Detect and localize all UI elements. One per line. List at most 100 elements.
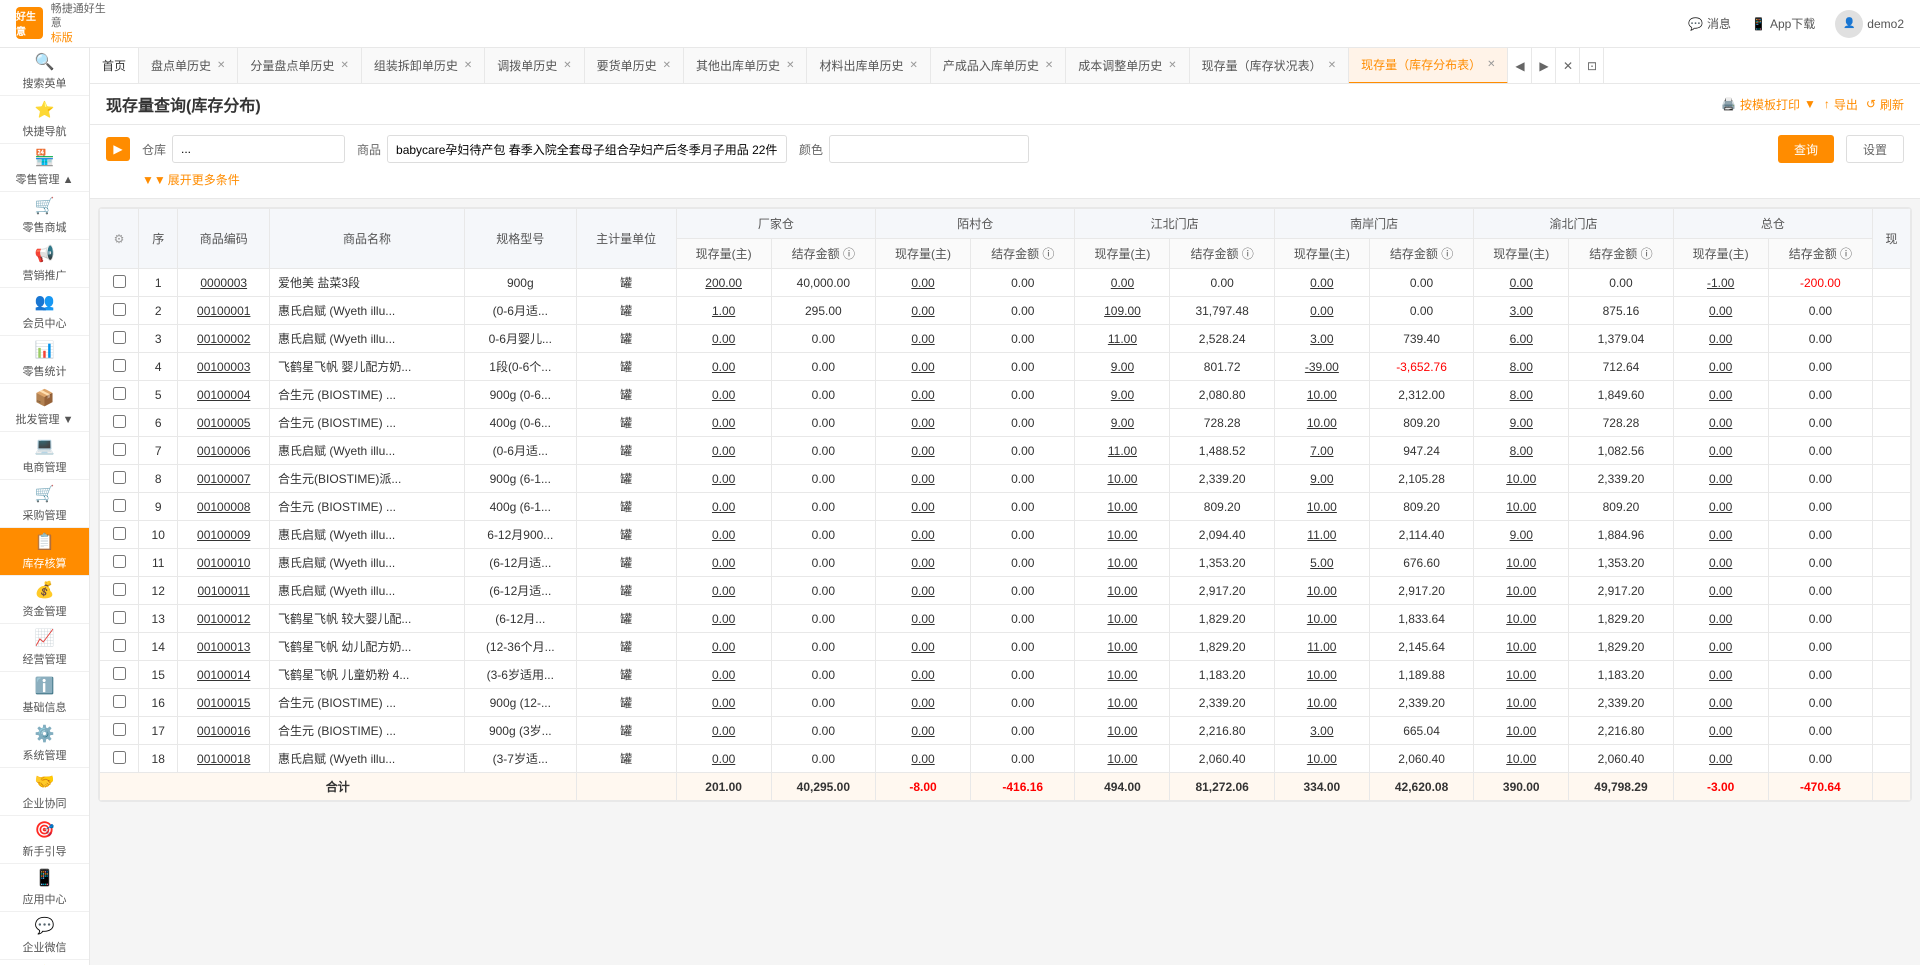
cell-fjc-qty[interactable]: 0.00	[676, 325, 771, 353]
sidebar-item-corp[interactable]: 🤝 企业协同	[0, 768, 89, 816]
cell-na-qty[interactable]: 3.00	[1274, 325, 1369, 353]
cell-code[interactable]: 00100014	[178, 661, 270, 689]
cell-yb-qty[interactable]: 10.00	[1474, 633, 1569, 661]
sidebar-item-basic[interactable]: ℹ️ 基础信息	[0, 672, 89, 720]
gear-icon[interactable]: ⚙	[114, 232, 125, 246]
cell-yb-qty[interactable]: 3.00	[1474, 297, 1569, 325]
cell-check[interactable]	[100, 465, 139, 493]
tab-close-transfer[interactable]: ✕	[563, 60, 571, 71]
tab-stock-status[interactable]: 现存量（库存状况表） ✕	[1190, 48, 1349, 84]
cell-check[interactable]	[100, 269, 139, 297]
tab-transfer[interactable]: 调拨单历史 ✕	[485, 48, 584, 84]
cell-zc-qty[interactable]: 0.00	[1673, 353, 1768, 381]
sidebar-item-retail-shop[interactable]: 🛒 零售商城	[0, 192, 89, 240]
cell-jb-qty[interactable]: 11.00	[1075, 437, 1170, 465]
cell-code[interactable]: 00100003	[178, 353, 270, 381]
tab-stock-dist[interactable]: 现存量（库存分布表） ✕	[1349, 48, 1508, 84]
cell-na-qty[interactable]: -39.00	[1274, 353, 1369, 381]
cell-yb-qty[interactable]: 10.00	[1474, 717, 1569, 745]
cell-yb-qty[interactable]: 10.00	[1474, 493, 1569, 521]
cell-yb-qty[interactable]: 0.00	[1474, 269, 1569, 297]
cell-na-qty[interactable]: 9.00	[1274, 465, 1369, 493]
cell-code[interactable]: 00100009	[178, 521, 270, 549]
cell-na-qty[interactable]: 10.00	[1274, 689, 1369, 717]
col-gear[interactable]: ⚙	[100, 209, 139, 269]
cell-check[interactable]	[100, 633, 139, 661]
cell-mc-qty[interactable]: 0.00	[876, 577, 971, 605]
cell-code[interactable]: 00100001	[178, 297, 270, 325]
cell-zc-qty[interactable]: 0.00	[1673, 717, 1768, 745]
cell-jb-qty[interactable]: 9.00	[1075, 381, 1170, 409]
cell-yb-qty[interactable]: 6.00	[1474, 325, 1569, 353]
cell-na-qty[interactable]: 0.00	[1274, 269, 1369, 297]
tab-close-cost-adjust[interactable]: ✕	[1168, 60, 1176, 71]
tab-home[interactable]: 首页	[90, 48, 139, 84]
color-input[interactable]	[829, 135, 1029, 163]
tab-nav-left[interactable]: ◀	[1508, 48, 1532, 84]
tab-close-other-out[interactable]: ✕	[786, 60, 794, 71]
refresh-btn[interactable]: ↺ 刷新	[1866, 96, 1904, 113]
cell-mc-qty[interactable]: 0.00	[876, 633, 971, 661]
cell-na-qty[interactable]: 10.00	[1274, 745, 1369, 773]
tab-close-stock-status[interactable]: ✕	[1328, 60, 1336, 71]
tab-close-split[interactable]: ✕	[340, 60, 348, 71]
cell-yb-qty[interactable]: 10.00	[1474, 577, 1569, 605]
cell-zc-qty[interactable]: 0.00	[1673, 465, 1768, 493]
cell-fjc-qty[interactable]: 0.00	[676, 381, 771, 409]
cell-fjc-qty[interactable]: 0.00	[676, 689, 771, 717]
message-btn[interactable]: 💬 消息	[1688, 15, 1731, 32]
cell-jb-qty[interactable]: 10.00	[1075, 493, 1170, 521]
tab-close-product-in[interactable]: ✕	[1045, 60, 1053, 71]
cell-fjc-qty[interactable]: 0.00	[676, 577, 771, 605]
cell-code[interactable]: 00100018	[178, 745, 270, 773]
cell-check[interactable]	[100, 717, 139, 745]
cell-yb-qty[interactable]: 8.00	[1474, 381, 1569, 409]
tab-nav-expand[interactable]: ⊡	[1580, 48, 1604, 84]
cell-na-qty[interactable]: 5.00	[1274, 549, 1369, 577]
cell-mc-qty[interactable]: 0.00	[876, 717, 971, 745]
cell-na-qty[interactable]: 3.00	[1274, 717, 1369, 745]
cell-mc-qty[interactable]: 0.00	[876, 549, 971, 577]
tab-nav-close-all[interactable]: ✕	[1556, 48, 1580, 84]
cell-jb-qty[interactable]: 9.00	[1075, 353, 1170, 381]
cell-mc-qty[interactable]: 0.00	[876, 437, 971, 465]
cell-fjc-qty[interactable]: 0.00	[676, 633, 771, 661]
export-btn[interactable]: ↑ 导出	[1824, 96, 1858, 113]
tab-close-material-out[interactable]: ✕	[909, 60, 917, 71]
cell-yb-qty[interactable]: 9.00	[1474, 409, 1569, 437]
cell-check[interactable]	[100, 297, 139, 325]
cell-jb-qty[interactable]: 10.00	[1075, 521, 1170, 549]
cell-zc-qty[interactable]: 0.00	[1673, 521, 1768, 549]
goods-input[interactable]	[387, 135, 787, 163]
cell-jb-qty[interactable]: 10.00	[1075, 689, 1170, 717]
cell-na-qty[interactable]: 10.00	[1274, 409, 1369, 437]
cell-code[interactable]: 0000003	[178, 269, 270, 297]
cell-zc-qty[interactable]: 0.00	[1673, 549, 1768, 577]
cell-mc-qty[interactable]: 0.00	[876, 353, 971, 381]
cell-fjc-qty[interactable]: 1.00	[676, 297, 771, 325]
tab-product-in[interactable]: 产成品入库单历史 ✕	[931, 48, 1066, 84]
cell-mc-qty[interactable]: 0.00	[876, 745, 971, 773]
sidebar-item-ecommerce[interactable]: 💻 电商管理	[0, 432, 89, 480]
tab-close-requisition[interactable]: ✕	[663, 60, 671, 71]
sidebar-item-retail-stat[interactable]: 📊 零售统计	[0, 336, 89, 384]
cell-fjc-qty[interactable]: 0.00	[676, 605, 771, 633]
cell-mc-qty[interactable]: 0.00	[876, 409, 971, 437]
search-button[interactable]: 查询	[1778, 135, 1834, 163]
print-btn[interactable]: 🖨️ 按模板打印 ▼	[1721, 96, 1816, 113]
cell-code[interactable]: 00100007	[178, 465, 270, 493]
cell-fjc-qty[interactable]: 0.00	[676, 717, 771, 745]
sidebar-item-app-center[interactable]: 📱 应用中心	[0, 864, 89, 912]
sidebar-item-retail-mgmt[interactable]: 🏪 零售管理 ▲	[0, 144, 89, 192]
cell-jb-qty[interactable]: 10.00	[1075, 549, 1170, 577]
cell-code[interactable]: 00100010	[178, 549, 270, 577]
cell-fjc-qty[interactable]: 0.00	[676, 493, 771, 521]
tab-close-inventory[interactable]: ✕	[217, 60, 225, 71]
tab-close-stock-dist[interactable]: ✕	[1487, 59, 1495, 70]
cell-jb-qty[interactable]: 11.00	[1075, 325, 1170, 353]
tab-inventory[interactable]: 盘点单历史 ✕	[139, 48, 238, 84]
cell-zc-qty[interactable]: 0.00	[1673, 297, 1768, 325]
cell-na-qty[interactable]: 11.00	[1274, 633, 1369, 661]
cell-jb-qty[interactable]: 10.00	[1075, 465, 1170, 493]
cell-check[interactable]	[100, 689, 139, 717]
